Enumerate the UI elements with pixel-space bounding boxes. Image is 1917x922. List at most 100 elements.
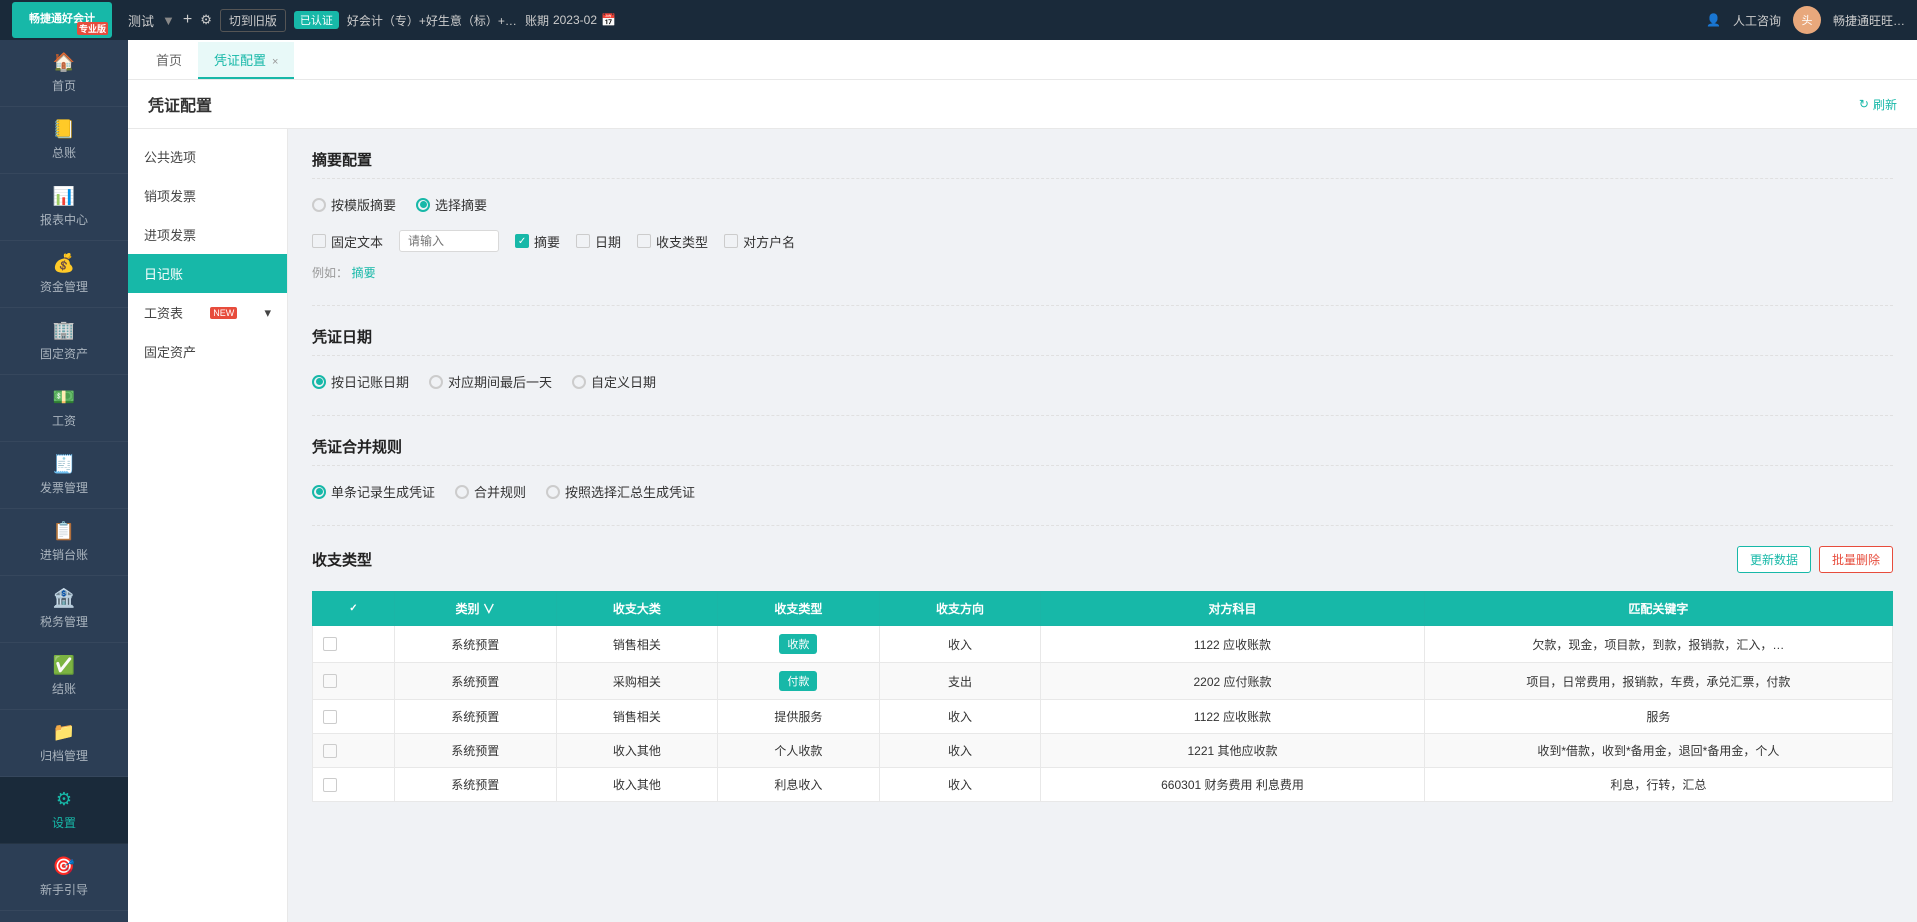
sidebar-item-新手引导[interactable]: 🎯新手引导 [0, 844, 128, 911]
sidebar-item-归档管理[interactable]: 📁归档管理 [0, 710, 128, 777]
left-nav-item-销项发票[interactable]: 销项发票 [128, 176, 287, 215]
workspace-settings-icon[interactable]: ⚙ [200, 12, 212, 28]
row-sub-type: 收款 [718, 626, 880, 663]
add-workspace-button[interactable]: + [183, 11, 192, 29]
nav-label: 销项发票 [144, 186, 196, 205]
sidebar-item-报表中心[interactable]: 📊报表中心 [0, 174, 128, 241]
row-checkbox[interactable] [323, 637, 337, 651]
example-row: 例如： 摘要 [312, 264, 1893, 281]
row-checkbox[interactable] [323, 744, 337, 758]
left-nav-item-日记账[interactable]: 日记账 [128, 254, 287, 293]
batch-delete-button[interactable]: 批量删除 [1819, 546, 1893, 573]
date-radio-自定义日期[interactable]: 自定义日期 [572, 372, 656, 391]
radio-circle[interactable] [312, 375, 326, 389]
fixed-text-input[interactable] [399, 230, 499, 252]
row-checkbox-cell[interactable] [313, 626, 395, 663]
row-checkbox-cell[interactable] [313, 663, 395, 700]
col-header-0: ✓ [313, 592, 395, 626]
row-checkbox-cell[interactable] [313, 768, 395, 802]
sidebar-item-税务管理[interactable]: 🏦税务管理 [0, 576, 128, 643]
tab-凭证配置[interactable]: 凭证配置× [198, 42, 294, 79]
row-category: 系统预置 [394, 626, 556, 663]
sidebar-item-结账[interactable]: ✅结账 [0, 643, 128, 710]
fixed-text-checkbox-box[interactable] [312, 234, 326, 248]
radio-circle[interactable] [312, 198, 326, 212]
refresh-button[interactable]: ↻ 刷新 [1859, 96, 1897, 113]
checkbox-box[interactable]: ✓ [515, 234, 529, 248]
row-checkbox[interactable] [323, 674, 337, 688]
nav-label: 日记账 [144, 264, 183, 283]
checkbox-对方户名[interactable]: 对方户名 [724, 232, 795, 251]
checkbox-box[interactable] [576, 234, 590, 248]
date-radio-对应期间最后一天[interactable]: 对应期间最后一天 [429, 372, 552, 391]
checkbox-收支类型[interactable]: 收支类型 [637, 232, 708, 251]
nav-label: 工资表 [144, 303, 183, 322]
update-data-button[interactable]: 更新数据 [1737, 546, 1811, 573]
sidebar-item-发票管理[interactable]: 🧾发票管理 [0, 442, 128, 509]
table-row: 系统预置 销售相关 提供服务 收入 1122 应收账款 服务 [313, 700, 1893, 734]
sort-icon[interactable]: ∨ [483, 602, 495, 616]
user-name[interactable]: 畅捷通旺旺… [1833, 12, 1905, 29]
select-all-checkbox[interactable]: ✓ [346, 602, 360, 616]
sidebar-icon: 📊 [53, 186, 75, 207]
merge-radio-单条记录生成凭证[interactable]: 单条记录生成凭证 [312, 482, 435, 501]
radio-circle[interactable] [455, 485, 469, 499]
calendar-icon[interactable]: 📅 [601, 13, 616, 27]
sidebar-item-进销台账[interactable]: 📋进销台账 [0, 509, 128, 576]
sidebar-item-总账[interactable]: 📒总账 [0, 107, 128, 174]
radio-label: 按照选择汇总生成凭证 [565, 482, 695, 501]
radio-circle[interactable] [416, 198, 430, 212]
sidebar-item-畅会员[interactable]: 👑畅会员 [0, 911, 128, 922]
certified-badge: 已认证 [294, 11, 339, 29]
summary-radio-按模版摘要[interactable]: 按模版摘要 [312, 195, 396, 214]
help-label[interactable]: 人工咨询 [1733, 12, 1781, 29]
row-keywords: 利息，行转，汇总 [1424, 768, 1892, 802]
radio-circle[interactable] [312, 485, 326, 499]
tab-首页[interactable]: 首页 [140, 42, 198, 79]
app-logo: 畅捷通好会计 专业版 [12, 2, 112, 38]
workspace-chevron[interactable]: ▼ [162, 13, 175, 28]
row-checkbox[interactable] [323, 778, 337, 792]
help-icon: 👤 [1706, 13, 1721, 27]
row-main-type: 采购相关 [556, 663, 718, 700]
date-section: 凭证日期 按日记账日期对应期间最后一天自定义日期 [312, 326, 1893, 391]
period-value: 2023-02 [553, 13, 597, 27]
row-keywords: 欠款，现金，项目款，到款，报销款，汇入，… [1424, 626, 1892, 663]
checkbox-摘要[interactable]: ✓摘要 [515, 232, 560, 251]
left-nav-item-公共选项[interactable]: 公共选项 [128, 137, 287, 176]
sub-type-tag-button[interactable]: 收款 [779, 634, 817, 654]
summary-radio-选择摘要[interactable]: 选择摘要 [416, 195, 487, 214]
radio-circle[interactable] [546, 485, 560, 499]
switch-version-button[interactable]: 切到旧版 [220, 9, 286, 32]
row-checkbox-cell[interactable] [313, 734, 395, 768]
sidebar-item-固定资产[interactable]: 🏢固定资产 [0, 308, 128, 375]
date-radio-按日记账日期[interactable]: 按日记账日期 [312, 372, 409, 391]
sidebar-label: 资金管理 [40, 278, 88, 295]
row-category: 系统预置 [394, 663, 556, 700]
tab-close-icon[interactable]: × [272, 56, 278, 68]
page-header: 凭证配置 ↻ 刷新 [128, 80, 1917, 129]
sidebar-item-设置[interactable]: ⚙设置 [0, 777, 128, 844]
left-nav-item-进项发票[interactable]: 进项发票 [128, 215, 287, 254]
fixed-text-checkbox[interactable]: 固定文本 [312, 232, 383, 251]
sidebar-icon: 🏢 [53, 320, 75, 341]
checkbox-box[interactable] [724, 234, 738, 248]
sidebar-item-资金管理[interactable]: 💰资金管理 [0, 241, 128, 308]
sidebar-item-首页[interactable]: 🏠首页 [0, 40, 128, 107]
radio-label: 自定义日期 [591, 372, 656, 391]
col-header-3: 收支类型 [718, 592, 880, 626]
radio-circle[interactable] [429, 375, 443, 389]
checkbox-box[interactable] [637, 234, 651, 248]
merge-radio-合并规则[interactable]: 合并规则 [455, 482, 526, 501]
radio-circle[interactable] [572, 375, 586, 389]
merge-radio-按照选择汇总生成凭证[interactable]: 按照选择汇总生成凭证 [546, 482, 695, 501]
row-main-type: 销售相关 [556, 700, 718, 734]
table-actions: 更新数据 批量删除 [1737, 546, 1893, 573]
row-checkbox[interactable] [323, 710, 337, 724]
sub-type-tag-button[interactable]: 付款 [779, 671, 817, 691]
row-checkbox-cell[interactable] [313, 700, 395, 734]
left-nav-item-固定资产[interactable]: 固定资产 [128, 332, 287, 371]
checkbox-日期[interactable]: 日期 [576, 232, 621, 251]
left-nav-item-工资表[interactable]: 工资表NEW▾ [128, 293, 287, 332]
sidebar-item-工资[interactable]: 💵工资 [0, 375, 128, 442]
